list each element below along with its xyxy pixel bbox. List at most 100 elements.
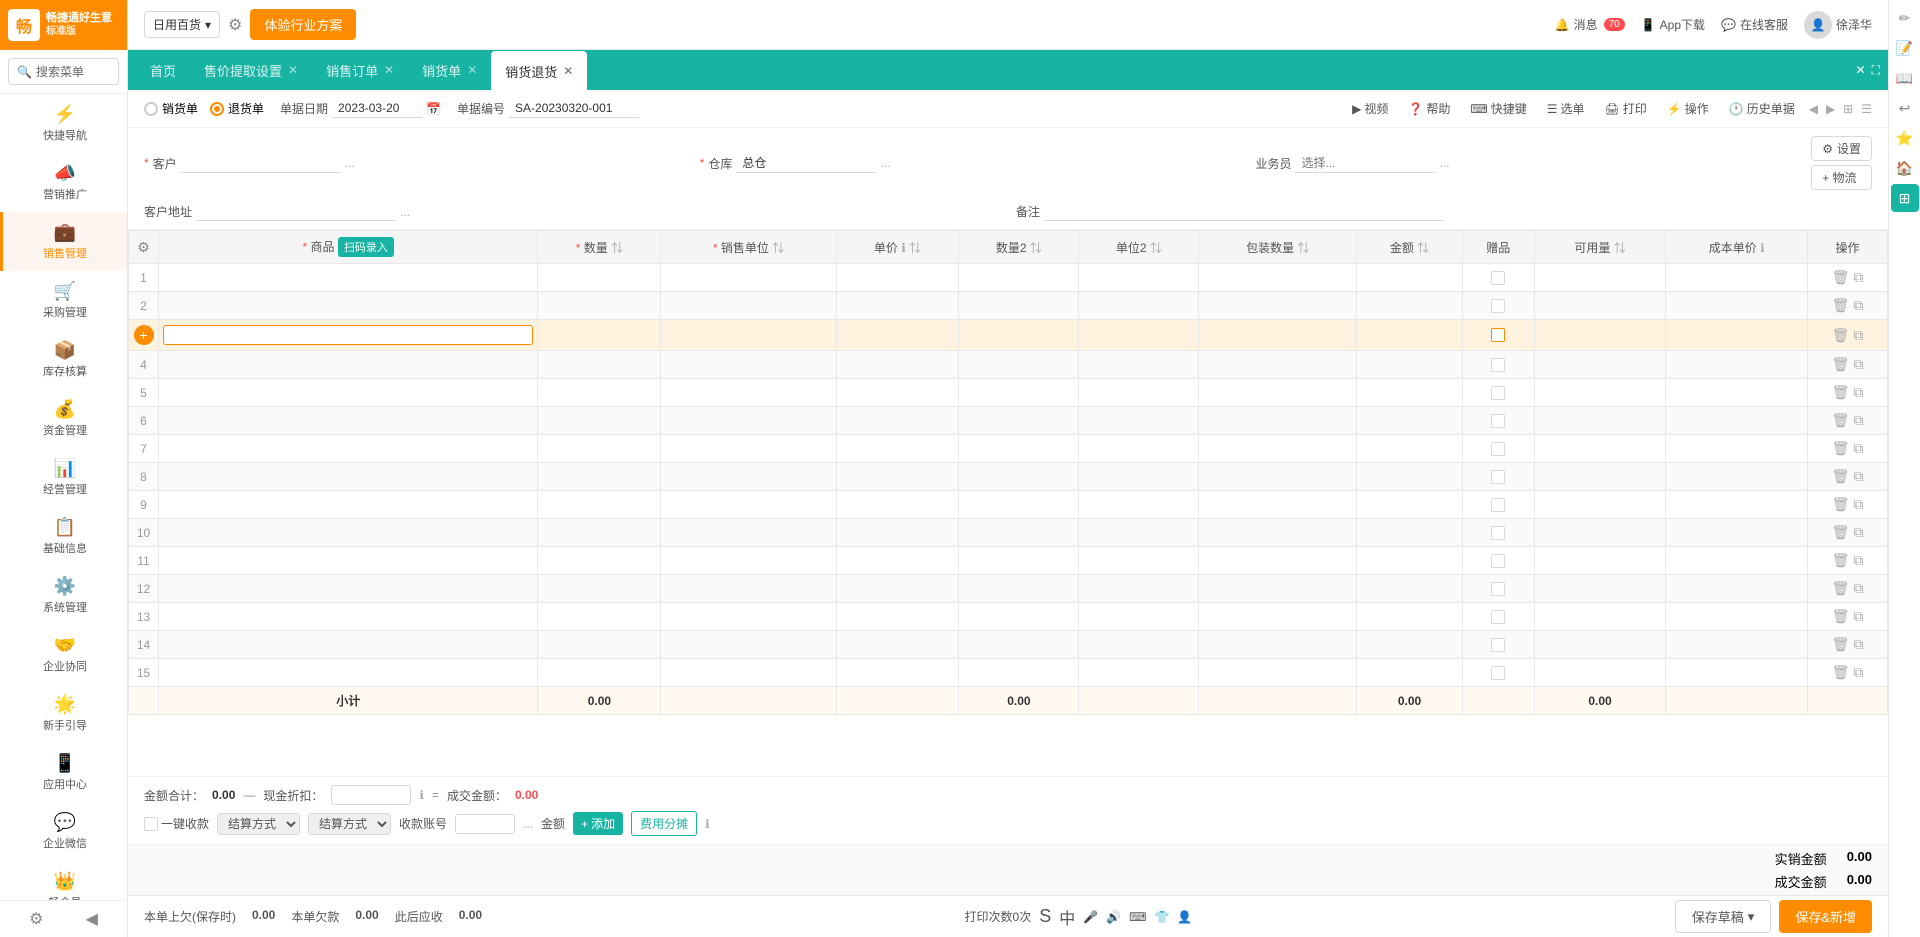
sale-unit-cell-1[interactable] [661, 264, 836, 292]
gift-checkbox-1[interactable] [1491, 271, 1505, 285]
notification-button[interactable]: 🔔 消息 70 [1555, 16, 1625, 33]
row-copy-3[interactable]: ⧉ [1853, 327, 1863, 344]
unit2-cell-3[interactable] [1079, 320, 1199, 351]
gift-checkbox[interactable] [1491, 498, 1505, 512]
radio-return[interactable]: 退货单 [210, 100, 264, 117]
one-click-checkbox[interactable] [144, 817, 158, 831]
operate-button[interactable]: ⚡ 操作 [1661, 98, 1715, 119]
quantity-cell-1[interactable] [538, 264, 661, 292]
row-delete[interactable]: 🗑 [1832, 496, 1850, 513]
logistics-button[interactable]: + 物流 [1811, 165, 1872, 190]
info-icon[interactable]: ℹ [419, 788, 424, 802]
keyboard2-icon[interactable]: ⌨ [1129, 910, 1146, 924]
mic-icon[interactable]: 🎤 [1083, 910, 1098, 924]
row-copy[interactable]: ⧉ [1853, 524, 1863, 541]
right-book-icon[interactable]: 📖 [1891, 64, 1919, 92]
right-star-icon[interactable]: ⭐ [1891, 124, 1919, 152]
settlement-select[interactable]: 结算方式 [217, 813, 300, 835]
row-delete[interactable]: 🗑 [1832, 468, 1850, 485]
gift-checkbox[interactable] [1491, 386, 1505, 400]
scan-barcode-button[interactable]: 扫码录入 [338, 237, 394, 257]
history-button[interactable]: 🕐 历史单据 [1723, 98, 1801, 119]
topbar-gear-icon[interactable]: ⚙ [228, 15, 242, 35]
tab-home[interactable]: 首页 [136, 50, 190, 90]
one-click-payment-checkbox[interactable]: 一键收款 [144, 815, 209, 832]
unit2-cell-2[interactable] [1079, 292, 1199, 320]
amount-cell-1[interactable] [1357, 264, 1462, 292]
sidebar-settings-button[interactable]: ⚙ [29, 909, 43, 929]
sidebar-item-system[interactable]: ⚙️ 系统管理 [0, 566, 127, 625]
tab-price-extract-close[interactable]: ✕ [288, 63, 298, 77]
save-new-button[interactable]: 保存&新增 [1779, 900, 1872, 933]
shortcuts-button[interactable]: ⌨ 快捷键 [1464, 98, 1532, 119]
product-cell-2[interactable] [159, 292, 538, 320]
row-delete[interactable]: 🗑 [1832, 384, 1850, 401]
video-button[interactable]: ▶ 视频 [1346, 98, 1394, 119]
gift-checkbox[interactable] [1491, 638, 1505, 652]
row-copy[interactable]: ⧉ [1853, 440, 1863, 457]
staff-ellipsis[interactable]: ... [1439, 156, 1449, 170]
calc-select[interactable]: 结算方式 [308, 813, 391, 835]
sidebar-item-inventory[interactable]: 📦 库存核算 [0, 330, 127, 389]
row-copy[interactable]: ⧉ [1853, 356, 1863, 373]
amount-cell-3[interactable] [1357, 320, 1462, 351]
experience-button[interactable]: 体验行业方案 [250, 9, 356, 40]
sidebar-item-guide[interactable]: 🌟 新手引导 [0, 684, 127, 743]
row-delete[interactable]: 🗑 [1832, 552, 1850, 569]
account-ellipsis[interactable]: ... [523, 817, 533, 831]
col-package-qty-sort[interactable]: ⇅ [1298, 241, 1310, 255]
row-delete-3[interactable]: 🗑 [1832, 327, 1850, 344]
cost-split-button[interactable]: 费用分摊 [631, 811, 697, 836]
gift-checkbox[interactable] [1491, 582, 1505, 596]
row-copy-1[interactable]: ⧉ [1853, 269, 1863, 286]
sidebar-item-operation[interactable]: 📊 经营管理 [0, 448, 127, 507]
product-cell-3[interactable] [159, 320, 538, 351]
right-edit-icon[interactable]: ✏ [1891, 4, 1919, 32]
col-available-sort[interactable]: ⇅ [1614, 241, 1626, 255]
row-add-btn-cell[interactable]: + [129, 320, 159, 351]
row-copy[interactable]: ⧉ [1853, 636, 1863, 653]
row-delete-1[interactable]: 🗑 [1832, 269, 1850, 286]
gift-checkbox[interactable] [1491, 470, 1505, 484]
staff-input[interactable] [1295, 154, 1435, 173]
help-button[interactable]: ❓ 帮助 [1402, 98, 1456, 119]
nav-next-icon[interactable]: ▶ [1826, 102, 1835, 116]
sidebar-item-app[interactable]: 📱 应用中心 [0, 743, 127, 802]
app-download-button[interactable]: 📱 App下载 [1641, 16, 1705, 33]
sidebar-item-basic[interactable]: 📋 基础信息 [0, 507, 127, 566]
warehouse-input[interactable] [736, 154, 876, 173]
package-qty-cell-1[interactable] [1199, 264, 1357, 292]
sidebar-item-sales[interactable]: 💼 销售管理 [0, 212, 127, 271]
col-unit-price-info[interactable]: ℹ [901, 241, 906, 255]
tab-sales-slip-close[interactable]: ✕ [467, 63, 477, 77]
remark-input[interactable] [1044, 202, 1444, 221]
col-amount-sort[interactable]: ⇅ [1417, 241, 1429, 255]
number-input[interactable] [509, 99, 639, 118]
quantity-cell-3[interactable] [538, 320, 661, 351]
row-copy[interactable]: ⧉ [1853, 552, 1863, 569]
table-settings-icon[interactable]: ⚙ [137, 239, 150, 255]
online-service-button[interactable]: 💬 在线客服 [1721, 16, 1788, 33]
col-quantity-sort[interactable]: ⇅ [611, 241, 623, 255]
cost-price-cell-1[interactable] [1666, 264, 1808, 292]
package-qty-cell-3[interactable] [1199, 320, 1357, 351]
col-unit2-sort[interactable]: ⇅ [1150, 241, 1162, 255]
gift-checkbox[interactable] [1491, 358, 1505, 372]
radio-sale-btn[interactable] [144, 102, 158, 116]
gift-checkbox-2[interactable] [1491, 299, 1505, 313]
gift-cell-3[interactable] [1462, 320, 1534, 351]
col-quantity2-sort[interactable]: ⇅ [1030, 241, 1042, 255]
sidebar-item-purchase[interactable]: 🛒 采购管理 [0, 271, 127, 330]
amount-cell-2[interactable] [1357, 292, 1462, 320]
unit-price-cell-2[interactable] [836, 292, 959, 320]
radio-sale-slip[interactable]: 销货单 [144, 100, 198, 117]
sidebar-collapse-button[interactable]: ◀ [86, 909, 98, 929]
available-cell-1[interactable] [1534, 264, 1666, 292]
add-row-button[interactable]: + [134, 325, 154, 345]
row-copy-2[interactable]: ⧉ [1853, 297, 1863, 314]
row-copy[interactable]: ⧉ [1853, 608, 1863, 625]
right-note-icon[interactable]: 📝 [1891, 34, 1919, 62]
category-select[interactable]: 日用百货 ▾ [144, 11, 220, 38]
tab-price-extract[interactable]: 售价提取设置 ✕ [190, 50, 312, 90]
gift-checkbox[interactable] [1491, 666, 1505, 680]
